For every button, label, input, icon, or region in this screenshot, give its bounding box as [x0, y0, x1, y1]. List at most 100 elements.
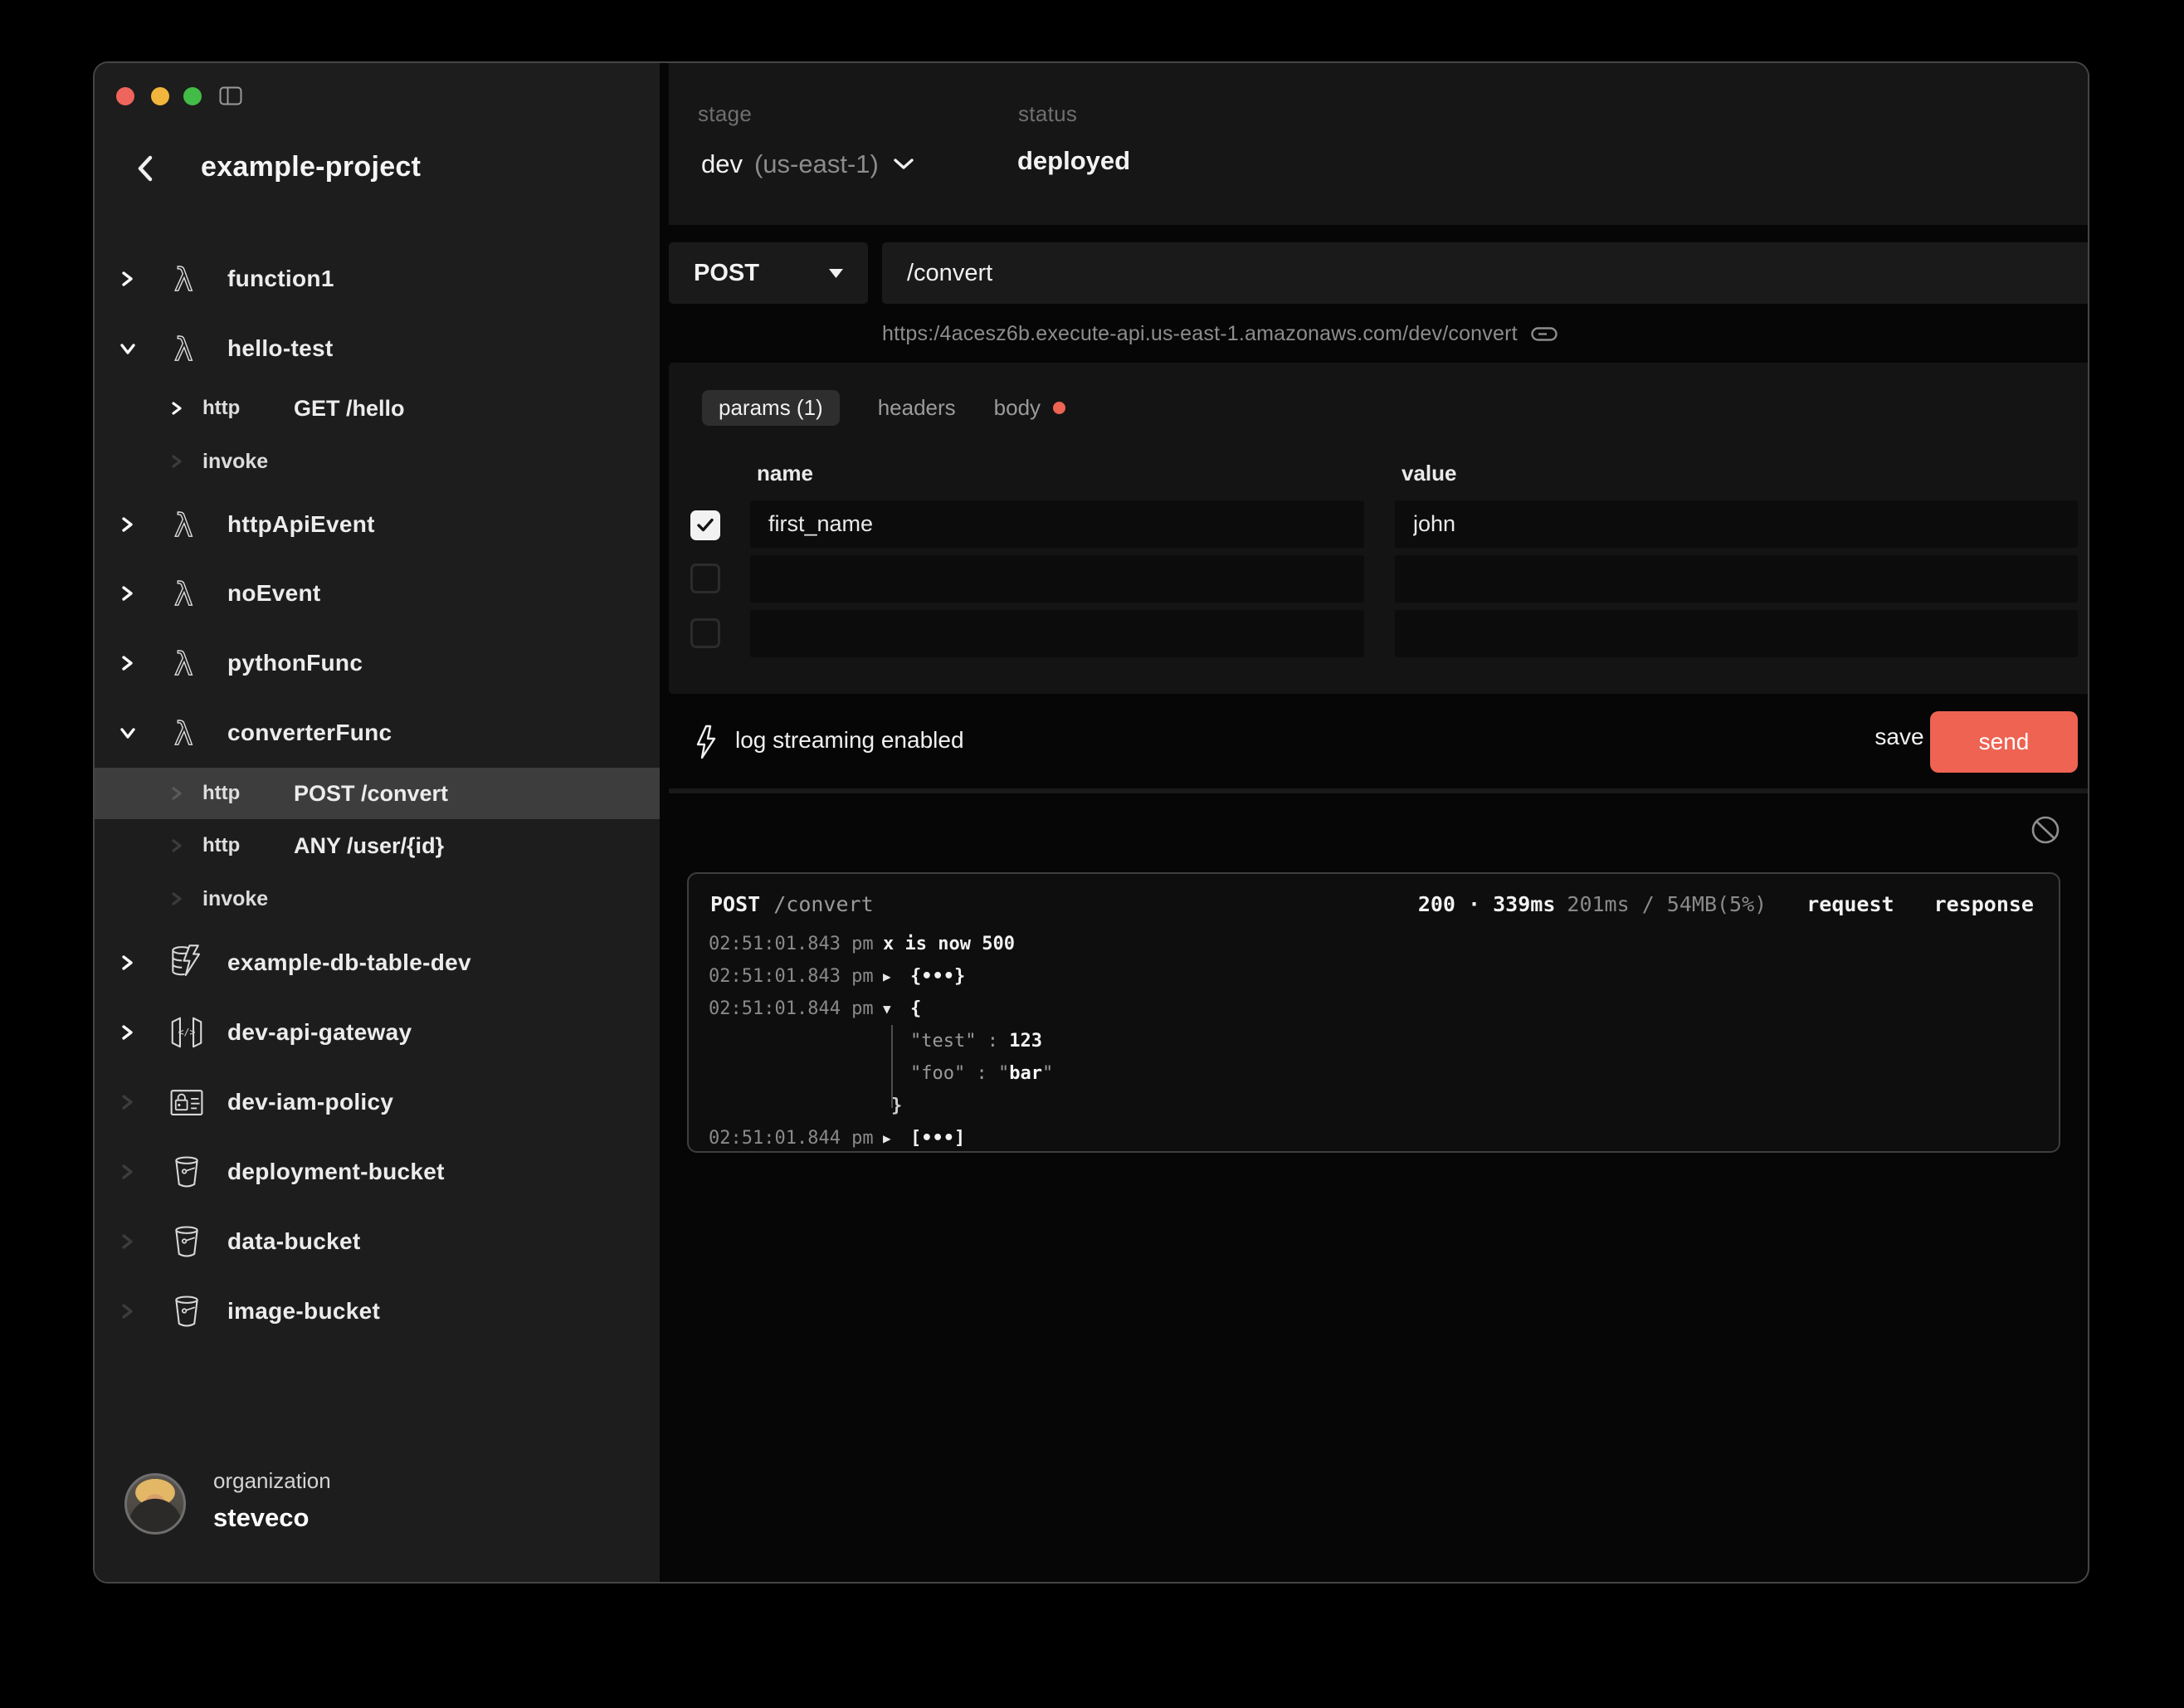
- param-checkbox-checked[interactable]: [690, 510, 720, 540]
- collapsed-array[interactable]: [•••]: [910, 1128, 965, 1149]
- param-value-input[interactable]: [1395, 610, 2078, 657]
- sidebar-item-label: dev-api-gateway: [227, 1019, 412, 1046]
- request-config-panel: params (1) headers body name value: [669, 363, 2089, 694]
- svg-text:λ: λ: [174, 715, 193, 752]
- chevron-right-icon[interactable]: [120, 1025, 135, 1040]
- close-traffic-light[interactable]: [116, 87, 134, 105]
- param-name-input[interactable]: [750, 555, 1364, 603]
- svg-text:λ: λ: [174, 261, 193, 298]
- param-name-input[interactable]: [750, 500, 1364, 548]
- chevron-right-icon[interactable]: [120, 586, 135, 601]
- sidebar-item-invoke[interactable]: invoke: [95, 435, 660, 488]
- sidebar-item-iam-policy[interactable]: dev-iam-policy: [95, 1076, 660, 1129]
- param-checkbox[interactable]: [690, 564, 720, 593]
- param-value-input-wrap: [1395, 500, 2078, 548]
- sidebar-item-label: deployment-bucket: [227, 1159, 445, 1185]
- svg-text:λ: λ: [174, 331, 193, 368]
- sidebar-item-label: noEvent: [227, 580, 321, 607]
- sidebar-item-pythonfunc[interactable]: λ pythonFunc: [95, 637, 660, 690]
- route-label: GET /hello: [294, 396, 405, 422]
- sidebar-item-deployment-bucket[interactable]: deployment-bucket: [95, 1145, 660, 1198]
- tab-params[interactable]: params (1): [702, 390, 840, 426]
- maximize-traffic-light[interactable]: [183, 87, 202, 105]
- chevron-right-icon[interactable]: [120, 955, 135, 970]
- svg-text:λ: λ: [174, 576, 193, 612]
- organization-switcher[interactable]: organization steveco: [124, 1473, 523, 1535]
- param-value-input[interactable]: [1395, 555, 2078, 603]
- open-brace: {: [910, 998, 921, 1019]
- sidebar-item-data-bucket[interactable]: data-bucket: [95, 1215, 660, 1268]
- sidebar-item-post-convert[interactable]: http POST /convert: [95, 768, 660, 819]
- tab-headers[interactable]: headers: [878, 395, 956, 421]
- project-title: example-project: [201, 151, 421, 183]
- param-value-input[interactable]: [1395, 500, 2078, 548]
- param-name-input[interactable]: [750, 610, 1364, 657]
- json-value: 123: [1009, 1031, 1042, 1052]
- chevron-right-icon[interactable]: [120, 271, 135, 286]
- invoke-label: invoke: [202, 450, 268, 474]
- endpoint-url-row: https:/4acesz6b.execute-api.us-east-1.am…: [882, 319, 1558, 349]
- sidebar-item-hello-test[interactable]: λ hello-test: [95, 322, 660, 375]
- sidebar-item-db-table[interactable]: example-db-table-dev: [95, 936, 660, 989]
- json-value: bar: [1009, 1063, 1042, 1084]
- caret-down-icon: [829, 269, 843, 278]
- sidebar-item-get-hello[interactable]: http GET /hello: [95, 382, 660, 435]
- avatar[interactable]: [124, 1473, 186, 1535]
- sidebar-item-noevent[interactable]: λ noEvent: [95, 567, 660, 620]
- chevron-right-icon[interactable]: [171, 402, 184, 415]
- organization-label: organization: [213, 1468, 331, 1494]
- lightning-bolt-icon: [694, 725, 719, 759]
- log-json-close: }: [689, 1090, 2059, 1122]
- stage-selector[interactable]: dev (us-east-1): [701, 149, 914, 179]
- log-line: 02:51:01.843 pm x is now 500: [689, 928, 2059, 960]
- response-header: POST /convert 200 · 339ms 201ms / 54MB(5…: [689, 874, 2059, 916]
- method-dropdown[interactable]: POST: [669, 242, 868, 304]
- sidebar-item-api-gateway[interactable]: </> dev-api-gateway: [95, 1006, 660, 1059]
- chevron-right-icon: [171, 892, 184, 905]
- collapse-triangle-icon[interactable]: ▼: [883, 1001, 910, 1017]
- expand-triangle-icon[interactable]: ▶: [883, 969, 910, 984]
- chevron-down-icon[interactable]: [120, 725, 135, 740]
- chevron-right-icon[interactable]: [120, 517, 135, 532]
- chevron-right-icon: [120, 1304, 135, 1319]
- collapsed-object[interactable]: {•••}: [910, 966, 965, 987]
- log-lines: 02:51:01.843 pm x is now 500 02:51:01.84…: [689, 928, 2059, 1154]
- chevron-right-icon[interactable]: [120, 656, 135, 671]
- request-link[interactable]: request: [1806, 892, 1894, 916]
- endpoint-url: https:/4acesz6b.execute-api.us-east-1.am…: [882, 322, 1518, 346]
- json-guide-line: [891, 1025, 893, 1108]
- path-input[interactable]: [882, 242, 2089, 304]
- param-name-input-wrap: [750, 610, 1364, 657]
- link-icon[interactable]: [1531, 327, 1558, 341]
- iam-policy-icon: [168, 1082, 206, 1122]
- param-checkbox[interactable]: [690, 618, 720, 648]
- sidebar-item-label: dev-iam-policy: [227, 1089, 393, 1115]
- minimize-traffic-light[interactable]: [151, 87, 169, 105]
- expand-triangle-icon[interactable]: ▶: [883, 1130, 910, 1146]
- response-path: /convert: [773, 892, 873, 916]
- tab-body[interactable]: body: [994, 395, 1065, 421]
- chevron-right-icon[interactable]: [171, 787, 184, 800]
- sidebar: example-project λ function1 λ hello-test…: [95, 63, 660, 1582]
- sidebar-toggle-icon[interactable]: [219, 86, 242, 105]
- chevron-down-icon[interactable]: [120, 341, 135, 356]
- response-link[interactable]: response: [1934, 892, 2034, 916]
- lambda-icon: λ: [168, 573, 206, 613]
- panel-divider[interactable]: [669, 788, 2089, 793]
- app-window: example-project λ function1 λ hello-test…: [93, 61, 2089, 1584]
- lambda-icon: λ: [168, 505, 206, 544]
- svg-text:λ: λ: [174, 507, 193, 544]
- clear-logs-icon[interactable]: [2029, 813, 2062, 847]
- sidebar-item-httpapievent[interactable]: λ httpApiEvent: [95, 498, 660, 551]
- back-chevron-icon[interactable]: [136, 154, 154, 183]
- send-button[interactable]: send: [1930, 711, 2078, 773]
- sidebar-item-image-bucket[interactable]: image-bucket: [95, 1285, 660, 1338]
- log-timestamp: 02:51:01.844 pm: [709, 998, 875, 1019]
- sidebar-item-converterfunc[interactable]: λ converterFunc: [95, 706, 660, 759]
- route-label: ANY /user/{id}: [294, 833, 444, 859]
- sidebar-item-function1[interactable]: λ function1: [95, 252, 660, 305]
- param-value-input-wrap: [1395, 610, 2078, 657]
- sidebar-item-label: pythonFunc: [227, 650, 363, 676]
- sidebar-item-invoke[interactable]: invoke: [95, 872, 660, 925]
- sidebar-item-any-user-id[interactable]: http ANY /user/{id}: [95, 819, 660, 872]
